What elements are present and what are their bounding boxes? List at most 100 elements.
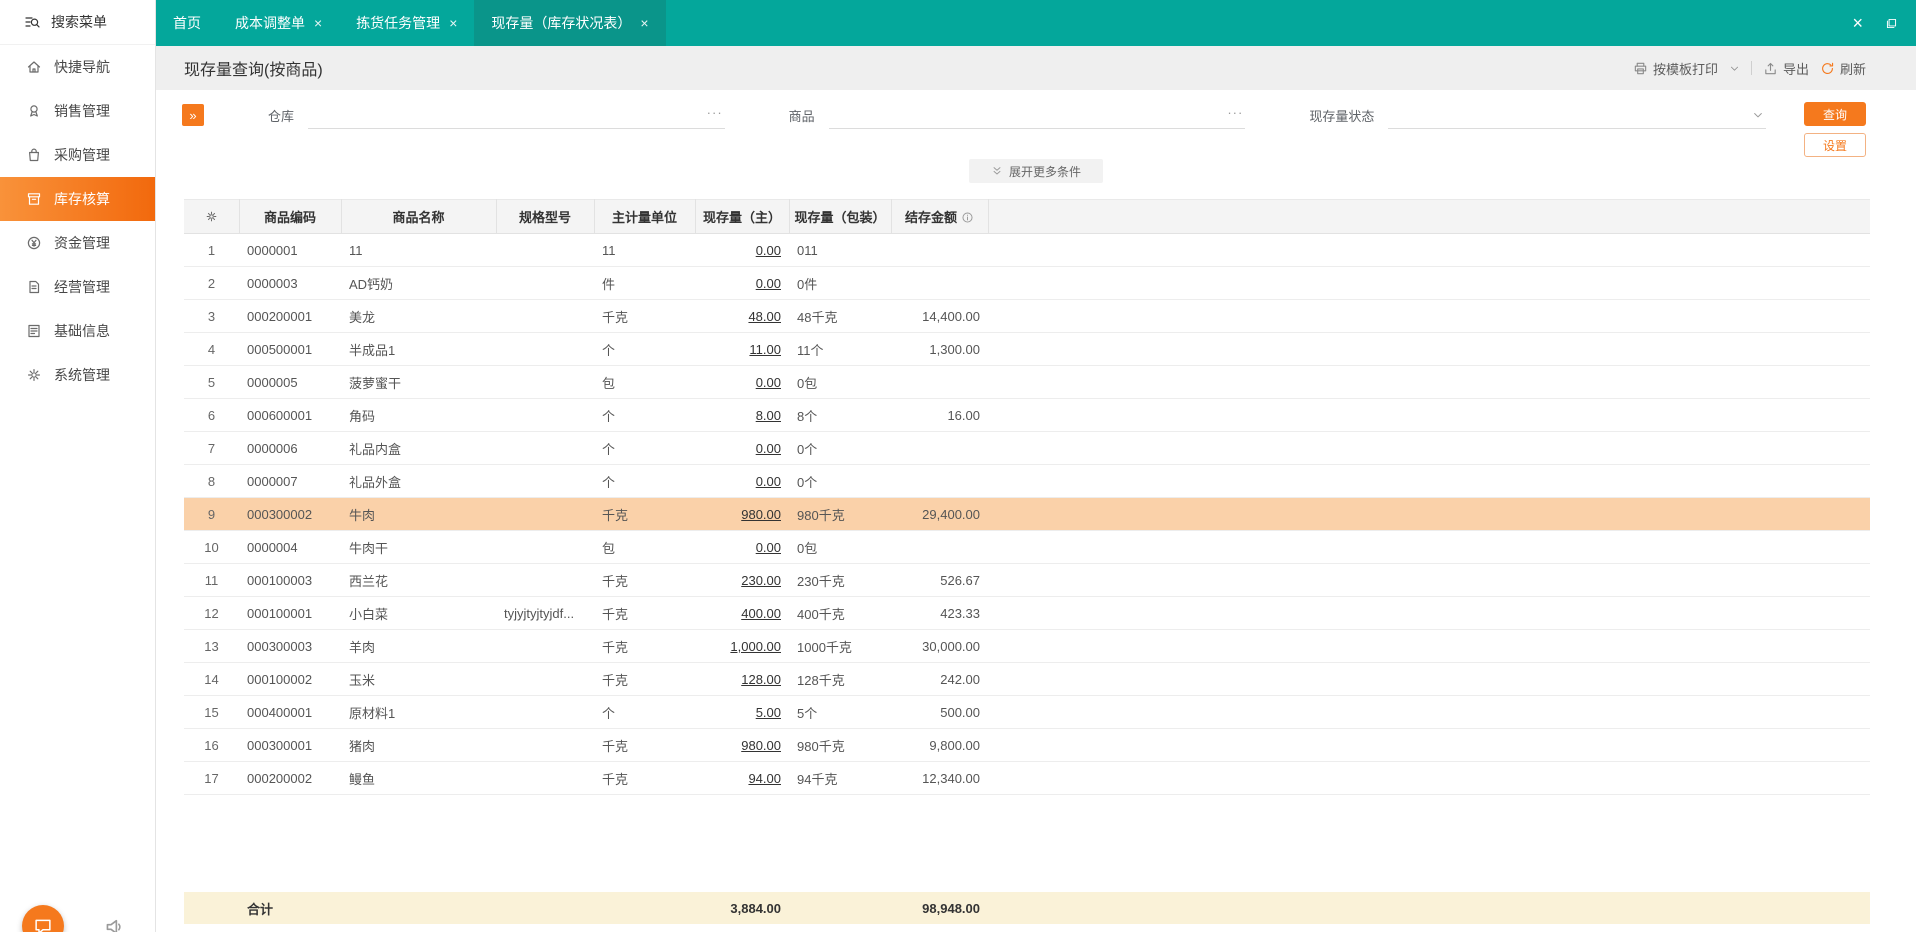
table-row[interactable]: 3 000200001 美龙 千克 48.00 48千克 14,400.00 (184, 299, 1870, 333)
cell-qty: 980.00 (695, 497, 789, 531)
tab-0[interactable]: 首页 (156, 0, 218, 46)
cell-qty: 11.00 (695, 332, 789, 366)
qty-link[interactable]: 8.00 (756, 408, 781, 423)
column-header-name[interactable]: 商品名称 (341, 199, 497, 234)
tab-close-icon[interactable]: × (314, 16, 322, 30)
info-circle-icon[interactable] (961, 211, 974, 224)
table-row[interactable]: 6 000600001 角码 个 8.00 8个 16.00 (184, 398, 1870, 432)
close-icon[interactable]: × (1852, 14, 1863, 32)
print-by-template-button[interactable]: 按模板打印 (1633, 59, 1718, 78)
qty-link[interactable]: 94.00 (748, 771, 781, 786)
tab-label: 拣货任务管理 (356, 15, 441, 31)
sidebar-item-label: 库存核算 (54, 191, 110, 207)
qty-link[interactable]: 0.00 (756, 276, 781, 291)
chevron-down-icon[interactable] (1752, 109, 1764, 121)
collapse-panel-button[interactable]: » (182, 104, 204, 126)
tab-close-icon[interactable]: × (640, 16, 648, 30)
more-options-icon[interactable]: ··· (707, 105, 723, 120)
more-options-icon[interactable]: ··· (1227, 105, 1243, 120)
cell-spec (496, 266, 594, 300)
sidebar-item-2[interactable]: 采购管理 (0, 133, 155, 177)
qty-link[interactable]: 0.00 (756, 540, 781, 555)
cell-spec (496, 662, 594, 696)
cell-unit: 千克 (594, 728, 695, 762)
cell-name: 菠萝蜜干 (341, 365, 496, 399)
table-row[interactable]: 8 0000007 礼品外盒 个 0.00 0个 (184, 464, 1870, 498)
tab-close-icon[interactable]: × (449, 16, 457, 30)
qty-link[interactable]: 0.00 (756, 474, 781, 489)
table-row[interactable]: 2 0000003 AD钙奶 件 0.00 0件 (184, 266, 1870, 300)
settings-button[interactable]: 设置 (1804, 133, 1867, 157)
qty-link[interactable]: 0.00 (756, 243, 781, 258)
sidebar-item-3[interactable]: 库存核算 (0, 177, 155, 221)
cell-name: 11 (341, 233, 496, 267)
query-button[interactable]: 查询 (1804, 102, 1867, 126)
status-select[interactable] (1388, 102, 1767, 129)
table-row[interactable]: 14 000100002 玉米 千克 128.00 128千克 242.00 (184, 662, 1870, 696)
table-row[interactable]: 12 000100001 小白菜 tyjyjtyjtyjdf... 千克 400.00 40… (184, 596, 1870, 630)
caret-down-icon[interactable] (1729, 63, 1740, 74)
sidebar-search-menu[interactable]: 搜索菜单 (0, 0, 155, 45)
cell-amount: 9,800.00 (891, 728, 988, 762)
export-button[interactable]: 导出 (1763, 59, 1809, 78)
sidebar-item-6[interactable]: 基础信息 (0, 309, 155, 353)
refresh-icon (1820, 61, 1835, 76)
cell-spec (496, 563, 594, 597)
cell-spec (496, 530, 594, 564)
cell-qty: 128.00 (695, 662, 789, 696)
qty-link[interactable]: 128.00 (741, 672, 781, 687)
table-row[interactable]: 5 0000005 菠萝蜜干 包 0.00 0包 (184, 365, 1870, 399)
tab-1[interactable]: 成本调整单 × (218, 0, 339, 46)
table-row[interactable]: 17 000200002 鳗鱼 千克 94.00 94千克 12,340.00 (184, 761, 1870, 795)
qty-link[interactable]: 230.00 (741, 573, 781, 588)
tab-2[interactable]: 拣货任务管理 × (339, 0, 474, 46)
cell-pkg: 011 (789, 233, 891, 267)
table-body: 1 0000001 11 11 0.00 011 2 0000003 AD钙奶件 0.00 0件 3 0… (184, 233, 1870, 795)
qty-link[interactable]: 1,000.00 (730, 639, 781, 654)
table-row[interactable]: 11 000100003 西兰花 千克 230.00 230千克 526.67 (184, 563, 1870, 597)
table-row[interactable]: 15 000400001 原材料1 个 5.00 5个 500.00 (184, 695, 1870, 729)
sidebar-item-1[interactable]: 销售管理 (0, 89, 155, 133)
cell-code: 000300001 (239, 728, 341, 762)
qty-link[interactable]: 5.00 (756, 705, 781, 720)
column-header-unit[interactable]: 主计量单位 (594, 199, 696, 234)
table-row[interactable]: 9 000300002 牛肉 千克 980.00 980千克 29,400.00 (184, 497, 1870, 531)
speaker-icon[interactable] (104, 916, 126, 932)
restore-icon[interactable] (1885, 17, 1898, 30)
cell-pkg: 0包 (789, 365, 891, 399)
table-row[interactable]: 7 0000006 礼品内盒 个 0.00 0个 (184, 431, 1870, 465)
table-row[interactable]: 10 0000004 牛肉干 包 0.00 0包 (184, 530, 1870, 564)
expand-more-conditions[interactable]: 展开更多条件 (969, 159, 1103, 183)
column-header-spec[interactable]: 规格型号 (496, 199, 595, 234)
qty-link[interactable]: 0.00 (756, 375, 781, 390)
table-row[interactable]: 1 0000001 11 11 0.00 011 (184, 233, 1870, 267)
column-settings-header[interactable] (184, 199, 240, 234)
sidebar-item-4[interactable]: 资金管理 (0, 221, 155, 265)
qty-link[interactable]: 980.00 (741, 507, 781, 522)
warehouse-input[interactable]: ··· (308, 102, 725, 129)
sidebar-item-5[interactable]: 经营管理 (0, 265, 155, 309)
goods-input[interactable]: ··· (828, 102, 1246, 129)
table-row[interactable]: 4 000500001 半成品1 个 11.00 11个 1,300.00 (184, 332, 1870, 366)
refresh-button[interactable]: 刷新 (1820, 59, 1866, 78)
column-header-code[interactable]: 商品编码 (239, 199, 342, 234)
qty-link[interactable]: 400.00 (741, 606, 781, 621)
table-row[interactable]: 16 000300001 猪肉 千克 980.00 980千克 9,800.00 (184, 728, 1870, 762)
cell-filler (988, 497, 1870, 531)
qty-link[interactable]: 980.00 (741, 738, 781, 753)
sidebar-item-0[interactable]: 快捷导航 (0, 45, 155, 89)
cell-name: AD钙奶 (341, 266, 496, 300)
tab-3[interactable]: 现存量（库存状况表） × (474, 0, 666, 46)
column-header-amount[interactable]: 结存金额 (891, 199, 989, 234)
sidebar-item-7[interactable]: 系统管理 (0, 353, 155, 397)
column-header-pkg[interactable]: 现存量（包装） (789, 199, 892, 234)
table-row[interactable]: 13 000300003 羊肉 千克 1,000.00 1000千克 30,000.00 (184, 629, 1870, 663)
qty-link[interactable]: 0.00 (756, 441, 781, 456)
cell-filler (988, 728, 1870, 762)
qty-link[interactable]: 48.00 (748, 309, 781, 324)
column-header-qty[interactable]: 现存量（主） (695, 199, 790, 234)
print-label: 按模板打印 (1652, 61, 1718, 77)
cell-qty: 5.00 (695, 695, 789, 729)
qty-link[interactable]: 11.00 (749, 342, 781, 357)
row-number: 17 (184, 761, 239, 795)
